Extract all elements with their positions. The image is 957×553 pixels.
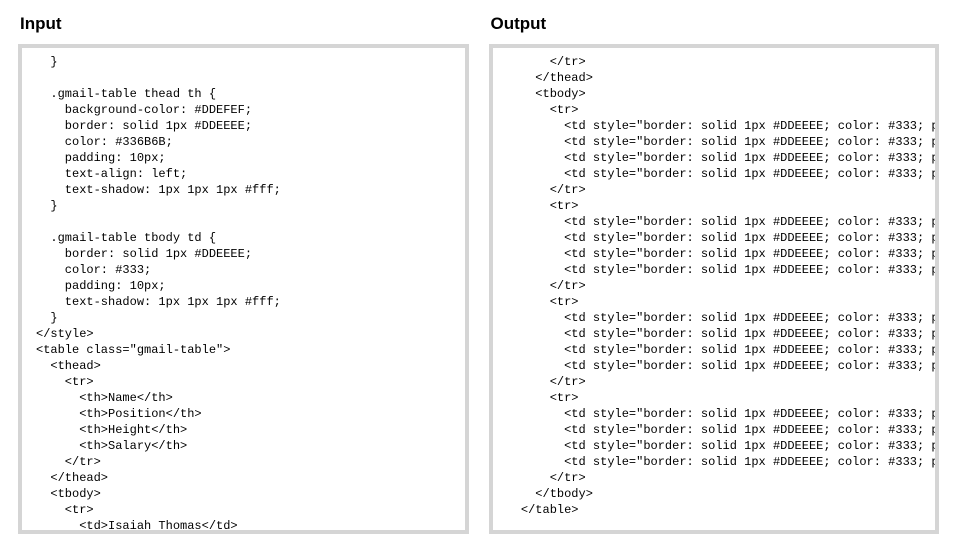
input-panel: } .gmail-table thead th { background-col… — [18, 44, 469, 534]
input-heading: Input — [20, 14, 469, 34]
output-heading: Output — [491, 14, 940, 34]
input-code-block: } .gmail-table thead th { background-col… — [22, 54, 465, 534]
output-code-block: </tr> </thead> <tbody> <tr> <td style="b… — [493, 54, 936, 518]
output-column: Output </tr> </thead> <tbody> <tr> <td s… — [489, 14, 940, 534]
output-panel: </tr> </thead> <tbody> <tr> <td style="b… — [489, 44, 940, 534]
input-column: Input } .gmail-table thead th { backgrou… — [18, 14, 469, 534]
comparison-container: Input } .gmail-table thead th { backgrou… — [0, 0, 957, 552]
